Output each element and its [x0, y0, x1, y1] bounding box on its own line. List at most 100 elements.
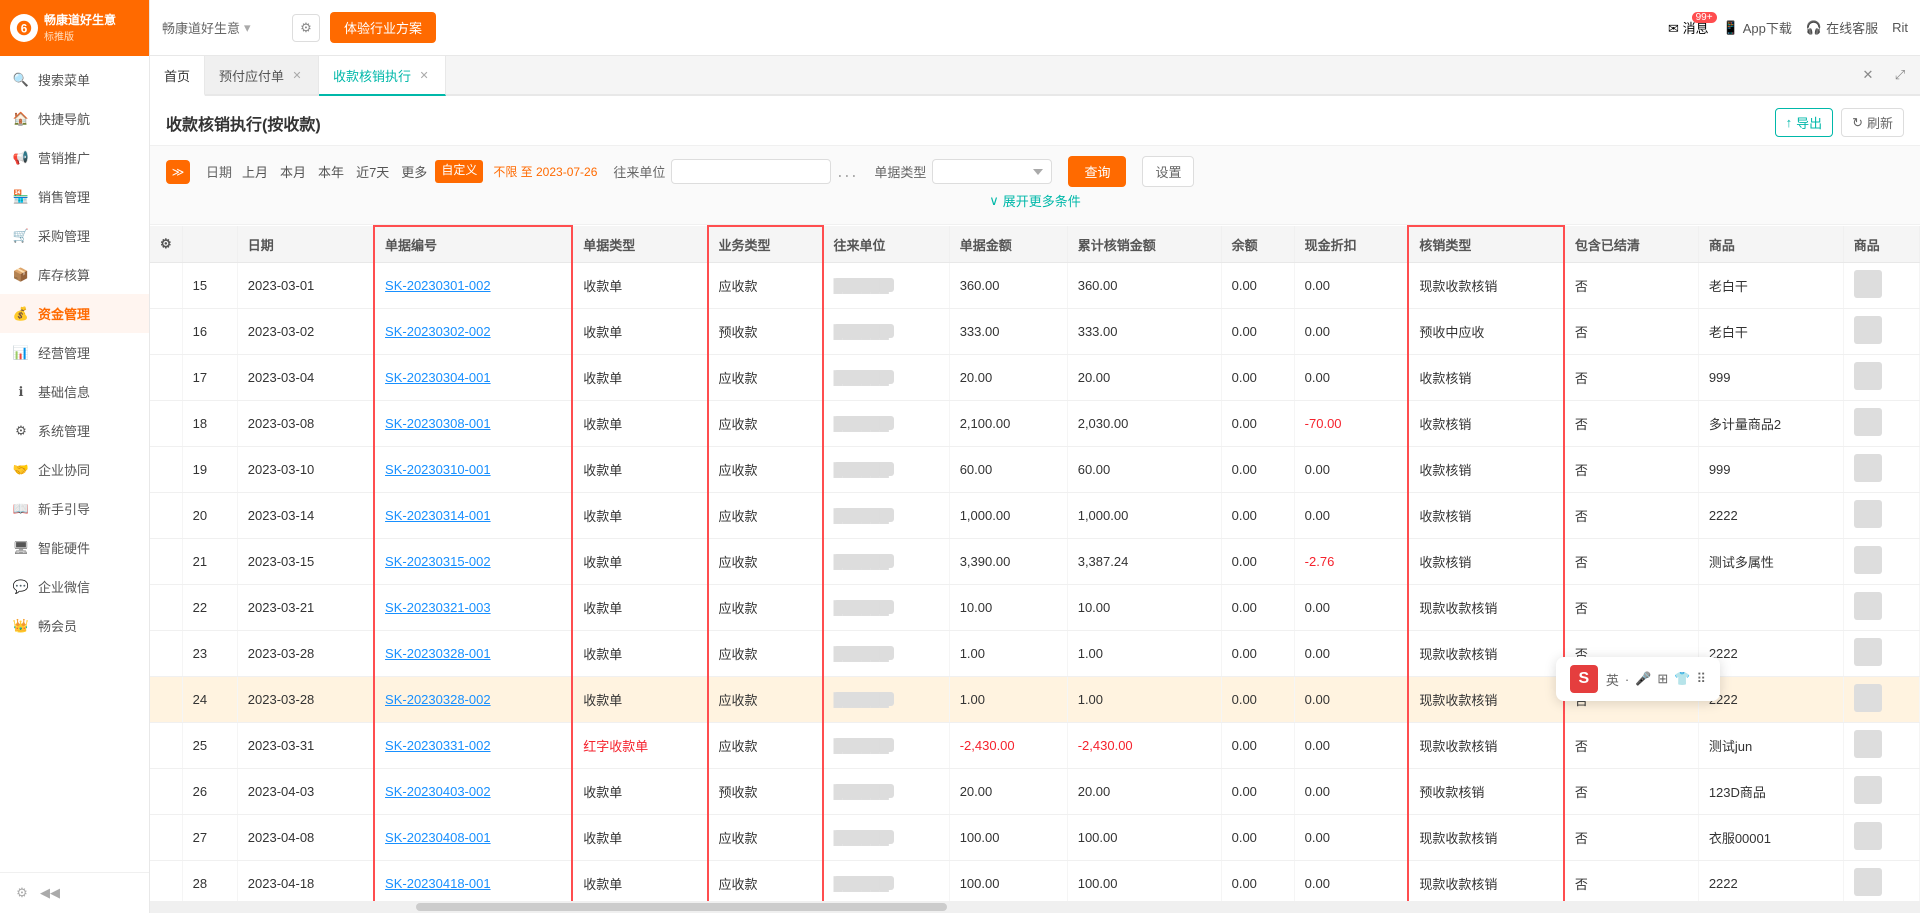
table-row[interactable]: 282023-04-18SK-20230418-001收款单应收款██████1… [150, 861, 1920, 902]
row-biz-type: 预收款 [708, 309, 823, 355]
column-settings-header[interactable]: ⚙ [150, 226, 182, 263]
tab-prepayment-close[interactable]: ✕ [290, 68, 304, 82]
expand-tab-button[interactable]: ⤢ [1888, 63, 1912, 87]
date-this-month-btn[interactable]: 本月 [276, 160, 310, 183]
sidebar-item-guide[interactable]: 📖 新手引导 [0, 489, 149, 528]
row-voucher-no[interactable]: SK-20230308-001 [374, 401, 572, 447]
sidebar-item-operations[interactable]: 📊 经营管理 [0, 333, 149, 372]
row-date: 2023-03-28 [237, 677, 374, 723]
row-seq: 28 [182, 861, 237, 902]
sidebar-item-member[interactable]: 👑 畅会员 [0, 606, 149, 645]
horizontal-scrollbar[interactable] [150, 901, 1920, 913]
table-row[interactable]: 222023-03-21SK-20230321-003收款单应收款██████1… [150, 585, 1920, 631]
date-more-btn[interactable]: 更多 [397, 160, 431, 183]
table-row[interactable]: 252023-03-31SK-20230331-002红字收款单应收款█████… [150, 723, 1920, 769]
scrollbar-thumb[interactable] [416, 903, 947, 911]
row-voucher-no[interactable]: SK-20230408-001 [374, 815, 572, 861]
date-last-month-btn[interactable]: 上月 [238, 160, 272, 183]
refresh-icon: ↻ [1852, 115, 1863, 131]
data-table: ⚙ 日期 单据编号 单据类型 业务类型 往来单位 单据金额 累计核销金额 余额 … [150, 225, 1920, 901]
row-balance: 0.00 [1221, 815, 1294, 861]
messages-button[interactable]: ✉ 消息 99+ [1668, 18, 1709, 37]
row-voucher-no[interactable]: SK-20230302-002 [374, 309, 572, 355]
row-voucher-no[interactable]: SK-20230321-003 [374, 585, 572, 631]
sidebar-item-basics[interactable]: ℹ 基础信息 [0, 372, 149, 411]
row-voucher-no[interactable]: SK-20230418-001 [374, 861, 572, 902]
page-header: 收款核销执行(按收款) ↑ 导出 ↻ 刷新 [150, 96, 1920, 146]
username-display[interactable]: Rit [1892, 20, 1908, 35]
sidebar-item-marketing[interactable]: 📢 营销推广 [0, 138, 149, 177]
row-voucher-no[interactable]: SK-20230403-002 [374, 769, 572, 815]
sidebar-item-enterprise[interactable]: 🤝 企业协同 [0, 450, 149, 489]
row-balance: 0.00 [1221, 309, 1294, 355]
sidebar-item-sales[interactable]: 🏪 销售管理 [0, 177, 149, 216]
sidebar-item-label: 快捷导航 [38, 109, 90, 128]
sidebar-item-purchase[interactable]: 🛒 采购管理 [0, 216, 149, 255]
row-voucher-type: 收款单 [572, 355, 707, 401]
date-filter-label: 日期 [206, 162, 232, 181]
row-voucher-no[interactable]: SK-20230331-002 [374, 723, 572, 769]
sidebar-item-hardware[interactable]: 🖥 智能硬件 [0, 528, 149, 567]
voucher-type-select[interactable]: 收款单 红字收款单 [932, 159, 1052, 184]
sidebar-item-wechat[interactable]: 💬 企业微信 [0, 567, 149, 606]
tab-collection[interactable]: 收款核销执行 ✕ [319, 56, 446, 96]
table-row[interactable]: 212023-03-15SK-20230315-002收款单应收款██████3… [150, 539, 1920, 585]
row-voucher-type: 红字收款单 [572, 723, 707, 769]
table-row[interactable]: 192023-03-10SK-20230310-001收款单应收款██████6… [150, 447, 1920, 493]
row-product2 [1843, 631, 1919, 677]
table-row[interactable]: 242023-03-28SK-20230328-002收款单应收款██████1… [150, 677, 1920, 723]
row-voucher-no[interactable]: SK-20230315-002 [374, 539, 572, 585]
refresh-button[interactable]: ↻ 刷新 [1841, 108, 1904, 137]
sidebar-item-inventory[interactable]: 📦 库存核算 [0, 255, 149, 294]
column-amount-header: 单据金额 [949, 226, 1067, 263]
filter-expand-row: ∨ 展开更多条件 [166, 187, 1904, 214]
row-voucher-no[interactable]: SK-20230328-002 [374, 677, 572, 723]
sidebar-item-label: 智能硬件 [38, 538, 90, 557]
topbar: 畅康道好生意 ▾ ⚙ 体验行业方案 ✉ 消息 99+ 📱 App下载 🎧 在线客… [150, 0, 1920, 56]
column-voucher-type-header: 单据类型 [572, 226, 707, 263]
row-cumulative: 60.00 [1067, 447, 1221, 493]
date-this-year-btn[interactable]: 本年 [314, 160, 348, 183]
table-row[interactable]: 232023-03-28SK-20230328-001收款单应收款██████1… [150, 631, 1920, 677]
row-voucher-no[interactable]: SK-20230304-001 [374, 355, 572, 401]
sidebar-item-finance[interactable]: 💰 资金管理 [0, 294, 149, 333]
page-body: 收款核销执行(按收款) ↑ 导出 ↻ 刷新 ≫ 日期 上月 [150, 96, 1920, 913]
table-row[interactable]: 202023-03-14SK-20230314-001收款单应收款██████1… [150, 493, 1920, 539]
row-partner: ██████ [823, 401, 950, 447]
system-icon: ⚙ [12, 422, 30, 440]
row-voucher-no[interactable]: SK-20230314-001 [374, 493, 572, 539]
settings-button[interactable]: 设置 [1142, 156, 1194, 187]
row-seq: 24 [182, 677, 237, 723]
date-7days-btn[interactable]: 近7天 [352, 160, 393, 183]
sidebar-item-system[interactable]: ⚙ 系统管理 [0, 411, 149, 450]
collapse-icon[interactable]: ◀◀ [40, 883, 60, 903]
export-button[interactable]: ↑ 导出 [1775, 108, 1834, 137]
settings-footer-icon[interactable]: ⚙ [12, 883, 32, 903]
sidebar-item-quick[interactable]: 🏠 快捷导航 [0, 99, 149, 138]
table-row[interactable]: 182023-03-08SK-20230308-001收款单应收款██████2… [150, 401, 1920, 447]
close-tab-button[interactable]: ✕ [1856, 63, 1880, 87]
filter-toggle-button[interactable]: ≫ [166, 160, 190, 184]
table-row[interactable]: 262023-04-03SK-20230403-002收款单预收款██████2… [150, 769, 1920, 815]
table-row[interactable]: 172023-03-04SK-20230304-001收款单应收款██████2… [150, 355, 1920, 401]
sidebar-item-search[interactable]: 🔍 搜索菜单 [0, 60, 149, 99]
tab-collection-close[interactable]: ✕ [417, 68, 431, 82]
partner-filter-input[interactable] [671, 159, 831, 184]
expand-more-filters-button[interactable]: ∨ 展开更多条件 [989, 191, 1081, 210]
tab-prepayment[interactable]: 预付应付单 ✕ [205, 56, 319, 94]
online-service-button[interactable]: 🎧 在线客服 [1806, 18, 1878, 37]
more-filter-dots[interactable]: ... [837, 161, 858, 182]
row-voucher-no[interactable]: SK-20230328-001 [374, 631, 572, 677]
table-row[interactable]: 272023-04-08SK-20230408-001收款单应收款██████1… [150, 815, 1920, 861]
row-cumulative: 2,030.00 [1067, 401, 1221, 447]
topbar-gear-button[interactable]: ⚙ [292, 14, 320, 42]
tab-home[interactable]: 首页 [150, 56, 205, 96]
app-download-button[interactable]: 📱 App下载 [1723, 18, 1792, 37]
query-button[interactable]: 查询 [1068, 156, 1126, 187]
row-voucher-no[interactable]: SK-20230310-001 [374, 447, 572, 493]
table-row[interactable]: 162023-03-02SK-20230302-002收款单预收款██████3… [150, 309, 1920, 355]
date-custom-btn[interactable]: 自定义 [435, 160, 483, 183]
solution-button[interactable]: 体验行业方案 [330, 12, 436, 43]
row-voucher-no[interactable]: SK-20230301-002 [374, 263, 572, 309]
table-row[interactable]: 152023-03-01SK-20230301-002收款单应收款██████3… [150, 263, 1920, 309]
